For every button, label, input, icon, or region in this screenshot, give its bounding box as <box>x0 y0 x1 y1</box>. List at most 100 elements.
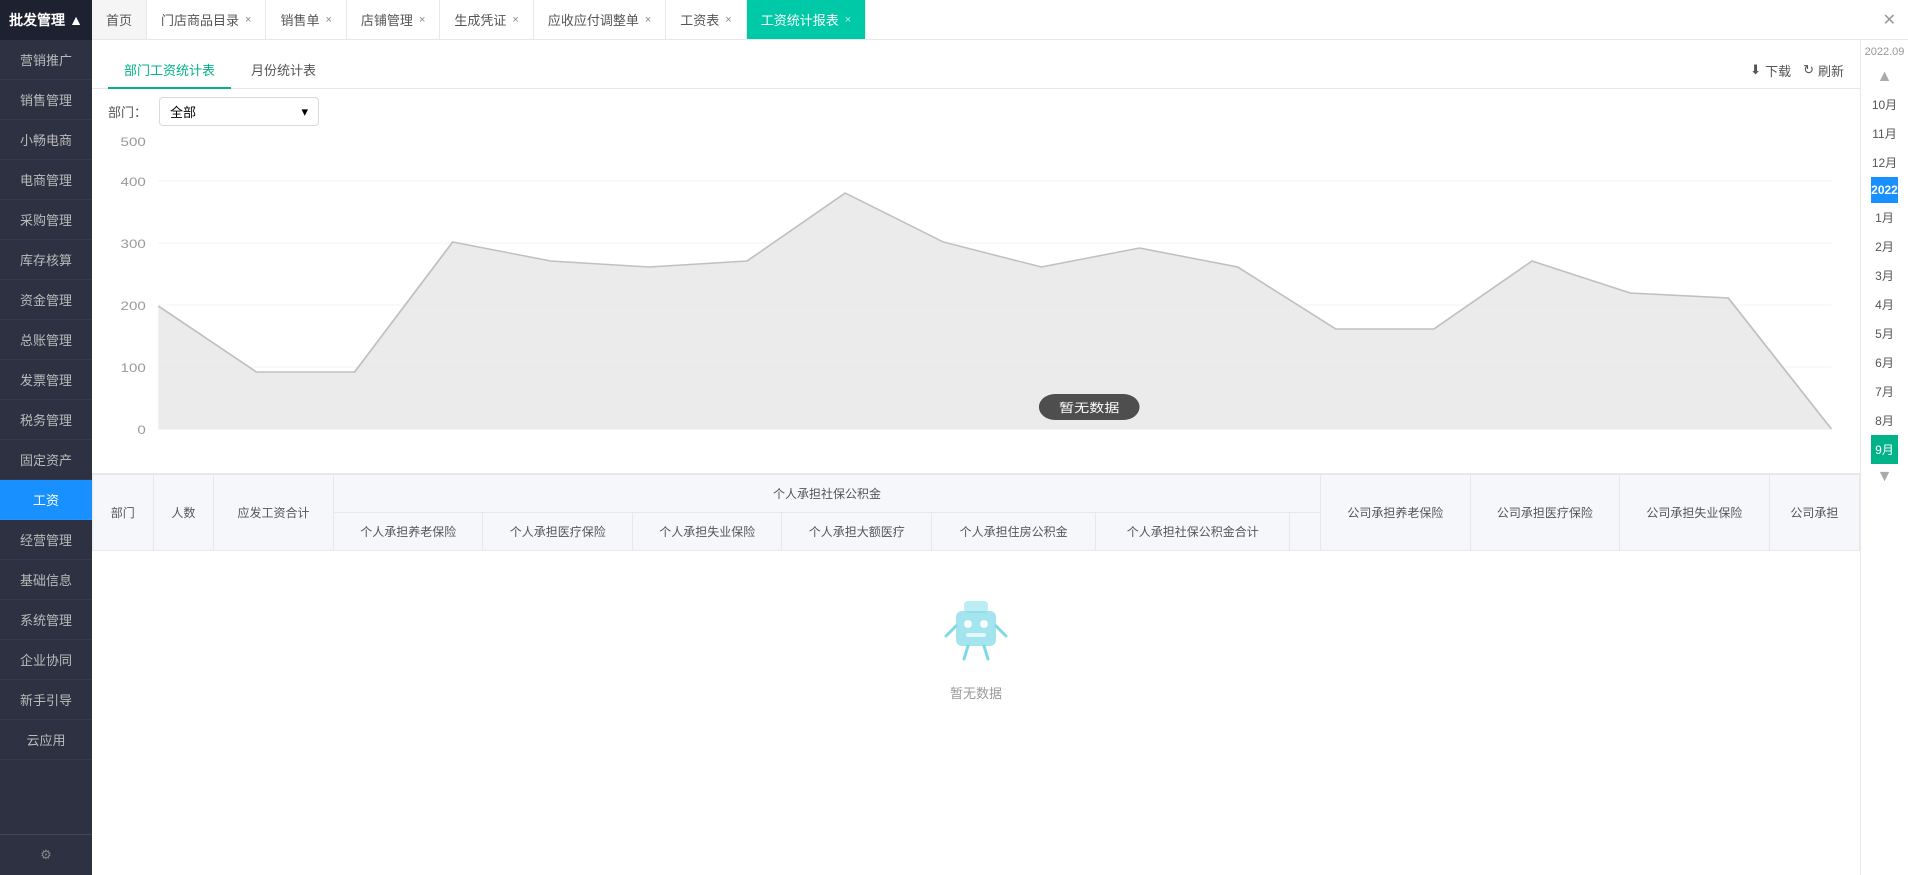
sidebar-item-1[interactable]: 销售管理 <box>0 80 92 120</box>
sub-tab-1[interactable]: 月份统计表 <box>235 52 332 89</box>
tab-label-1: 门店商品目录 <box>161 10 239 29</box>
svg-text:300: 300 <box>121 237 147 250</box>
sidebar-item-13[interactable]: 基础信息 <box>0 560 92 600</box>
date-month-6[interactable]: 3月 <box>1871 261 1898 290</box>
filter-dept-value: 全部 <box>170 102 196 121</box>
date-month-10[interactable]: 7月 <box>1871 377 1898 406</box>
date-month-9[interactable]: 6月 <box>1871 348 1898 377</box>
tab-item-3[interactable]: 店铺管理× <box>347 0 440 40</box>
sidebar-item-10[interactable]: 固定资产 <box>0 440 92 480</box>
th-personal-medical: 个人承担医疗保险 <box>483 513 633 551</box>
sidebar-header[interactable]: 批发管理 ▲ <box>0 0 92 40</box>
svg-text:400: 400 <box>121 175 147 188</box>
filter-dept-select[interactable]: 全部 ▾ <box>159 97 319 126</box>
sidebar-item-14[interactable]: 系统管理 <box>0 600 92 640</box>
date-month-5[interactable]: 2月 <box>1871 232 1898 261</box>
th-salary: 应发工资合计 <box>214 475 334 551</box>
sidebar-item-16[interactable]: 新手引导 <box>0 680 92 720</box>
tab-item-0[interactable]: 首页 <box>92 0 147 40</box>
date-month-1[interactable]: 11月 <box>1871 119 1898 148</box>
download-btn[interactable]: ⬇ 下载 <box>1750 61 1791 80</box>
sidebar-item-6[interactable]: 资金管理 <box>0 280 92 320</box>
tab-close-4[interactable]: × <box>512 14 518 26</box>
date-month-2[interactable]: 12月 <box>1871 148 1898 177</box>
tab-bar-close-btn[interactable]: ✕ <box>1871 10 1908 30</box>
th-company-other: 公司承担 <box>1769 475 1859 551</box>
tab-item-2[interactable]: 销售单 × <box>266 0 346 40</box>
tab-item-4[interactable]: 生成凭证 × <box>440 0 533 40</box>
empty-robot-icon <box>936 591 1016 671</box>
empty-label: 暂无数据 <box>950 683 1002 702</box>
tab-label-4: 生成凭证 <box>454 10 506 29</box>
date-month-8[interactable]: 5月 <box>1871 319 1898 348</box>
sidebar-footer[interactable]: ⚙ <box>0 834 92 875</box>
sidebar-arrow: ▲ <box>69 12 83 28</box>
refresh-label: 刷新 <box>1818 61 1844 80</box>
date-month-0[interactable]: 10月 <box>1871 90 1898 119</box>
sidebar-item-2[interactable]: 小畅电商 <box>0 120 92 160</box>
th-personal-social: 个人承担社保公积金 <box>333 475 1320 513</box>
empty-state: 暂无数据 <box>92 551 1860 742</box>
tab-label-7: 工资统计报表 <box>761 10 839 29</box>
date-sidebar: 2022.09 ▲ 10月11月12月20221月2月3月4月5月6月7月8月9… <box>1860 40 1908 875</box>
svg-text:暂无数据: 暂无数据 <box>1059 401 1120 414</box>
sidebar-item-3[interactable]: 电商管理 <box>0 160 92 200</box>
th-personal-unemployment: 个人承担失业保险 <box>632 513 782 551</box>
sidebar-item-0[interactable]: 营销推广 <box>0 40 92 80</box>
tab-close-6[interactable]: × <box>725 14 731 26</box>
tab-close-2[interactable]: × <box>325 14 331 26</box>
date-month-12[interactable]: 9月 <box>1871 435 1898 464</box>
tab-label-6: 工资表 <box>680 10 719 29</box>
tab-close-5[interactable]: × <box>645 14 651 26</box>
th-dept: 部门 <box>93 475 154 551</box>
tab-item-5[interactable]: 应收应付调整单× <box>534 0 666 40</box>
th-personal-extra <box>1290 513 1321 551</box>
date-current-year: 2022.09 <box>1863 40 1907 64</box>
sub-tab-0[interactable]: 部门工资统计表 <box>108 52 231 89</box>
tab-label-0: 首页 <box>106 10 132 29</box>
date-month-11[interactable]: 8月 <box>1871 406 1898 435</box>
main-area: 首页门店商品目录×销售单×店铺管理×生成凭证×应收应付调整单×工资表×工资统计报… <box>92 0 1908 875</box>
sidebar-item-11[interactable]: 工资 <box>0 480 92 520</box>
toolbar: ⬇ 下载 ↻ 刷新 <box>1750 61 1844 80</box>
refresh-btn[interactable]: ↻ 刷新 <box>1803 61 1844 80</box>
sidebar-item-12[interactable]: 经营管理 <box>0 520 92 560</box>
svg-text:0: 0 <box>137 423 146 436</box>
chart-svg: 0 100 200 300 400 500 <box>108 134 1844 454</box>
svg-text:200: 200 <box>121 299 147 312</box>
download-icon: ⬇ <box>1750 62 1761 78</box>
sidebar-item-5[interactable]: 库存核算 <box>0 240 92 280</box>
sidebar-title: 批发管理 <box>9 10 65 30</box>
tab-label-2: 销售单 <box>280 10 319 29</box>
tab-close-1[interactable]: × <box>245 14 251 26</box>
sidebar-item-9[interactable]: 税务管理 <box>0 400 92 440</box>
data-table: 部门 人数 应发工资合计 个人承担社保公积金 公司承担养老保险 公司承担医疗保险… <box>92 474 1860 551</box>
th-personal-major-medical: 个人承担大额医疗 <box>782 513 932 551</box>
tab-item-1[interactable]: 门店商品目录 × <box>147 0 266 40</box>
filter-row: 部门： 全部 ▾ <box>92 89 1860 134</box>
sidebar-item-17[interactable]: 云应用 <box>0 720 92 760</box>
date-month-3[interactable]: 2022 <box>1871 177 1898 203</box>
date-down-btn[interactable]: ▼ <box>1873 464 1897 490</box>
svg-text:100: 100 <box>121 361 147 374</box>
svg-text:500: 500 <box>121 135 147 148</box>
tab-item-6[interactable]: 工资表 × <box>666 0 746 40</box>
sidebar-item-7[interactable]: 总账管理 <box>0 320 92 360</box>
chart-area: 0 100 200 300 400 500 <box>92 134 1860 473</box>
tab-bar: 首页门店商品目录×销售单×店铺管理×生成凭证×应收应付调整单×工资表×工资统计报… <box>92 0 1908 40</box>
sidebar-item-15[interactable]: 企业协同 <box>0 640 92 680</box>
chevron-down-icon: ▾ <box>301 104 308 120</box>
refresh-icon: ↻ <box>1803 62 1814 78</box>
table-area: 部门 人数 应发工资合计 个人承担社保公积金 公司承担养老保险 公司承担医疗保险… <box>92 473 1860 875</box>
tab-close-3[interactable]: × <box>419 14 425 26</box>
sidebar-item-4[interactable]: 采购管理 <box>0 200 92 240</box>
date-up-btn[interactable]: ▲ <box>1873 64 1897 90</box>
date-month-4[interactable]: 1月 <box>1871 203 1898 232</box>
tab-close-7[interactable]: × <box>845 14 851 26</box>
th-personal-housing: 个人承担住房公积金 <box>931 513 1095 551</box>
sidebar-item-8[interactable]: 发票管理 <box>0 360 92 400</box>
tab-item-7[interactable]: 工资统计报表 × <box>747 0 866 40</box>
content: 部门工资统计表月份统计表 ⬇ 下载 ↻ 刷新 部门： 全部 <box>92 40 1908 875</box>
th-count: 人数 <box>153 475 214 551</box>
date-month-7[interactable]: 4月 <box>1871 290 1898 319</box>
